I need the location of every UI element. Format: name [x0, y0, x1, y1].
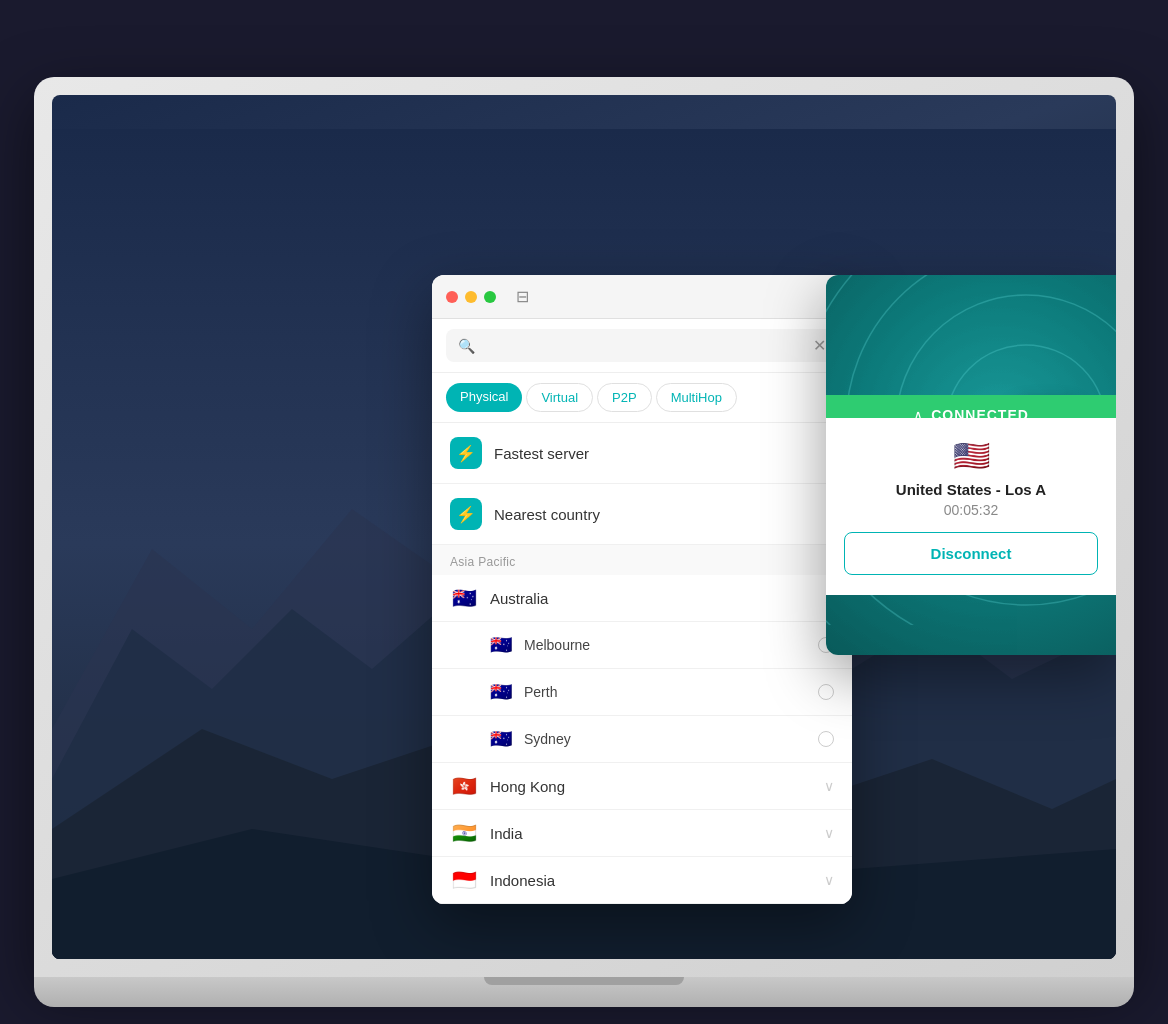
laptop-container: ⊟ 🔍 ✕ Physical Virtual P2P — [0, 0, 1168, 1024]
search-clear-button[interactable]: ✕ — [813, 336, 826, 355]
tab-multihop[interactable]: MultiHop — [656, 383, 737, 412]
laptop-notch — [484, 977, 684, 985]
perth-flag: 🇦🇺 — [490, 681, 512, 703]
perth-radio[interactable] — [818, 684, 834, 700]
us-flag: 🇺🇸 — [844, 438, 1098, 473]
server-list: ⚡ Fastest server ⚡ Nearest country — [432, 423, 852, 904]
connection-timer: 00:05:32 — [844, 502, 1098, 518]
city-perth[interactable]: 🇦🇺 Perth — [432, 669, 852, 716]
country-australia[interactable]: 🇦🇺 Australia ∧ — [432, 575, 852, 622]
search-icon: 🔍 — [458, 338, 475, 354]
perth-name: Perth — [524, 684, 818, 700]
connected-panel: S ∧ CONNECTED 🇺🇸 United States - Los A 0… — [826, 275, 1116, 655]
fastest-icon: ⚡ — [450, 437, 482, 469]
melbourne-flag: 🇦🇺 — [490, 634, 512, 656]
connection-country: United States - Los A — [844, 481, 1098, 498]
country-indonesia[interactable]: 🇮🇩 Indonesia ∨ — [432, 857, 852, 904]
lightning-icon: ⚡ — [456, 444, 476, 463]
minimize-button[interactable] — [465, 291, 477, 303]
title-bar: ⊟ — [432, 275, 852, 319]
city-sydney[interactable]: 🇦🇺 Sydney — [432, 716, 852, 763]
sydney-radio[interactable] — [818, 731, 834, 747]
australia-name: Australia — [490, 590, 824, 607]
sydney-flag: 🇦🇺 — [490, 728, 512, 750]
region-header: Asia Pacific — [432, 545, 852, 575]
nearest-country-item[interactable]: ⚡ Nearest country — [432, 484, 852, 545]
india-name: India — [490, 825, 824, 842]
fastest-server-item[interactable]: ⚡ Fastest server — [432, 423, 852, 484]
tabs-container: Physical Virtual P2P MultiHop — [432, 373, 852, 423]
tab-physical[interactable]: Physical — [446, 383, 522, 412]
maximize-button[interactable] — [484, 291, 496, 303]
window-layout-icon: ⊟ — [516, 287, 529, 306]
expand-arrow-hk-icon: ∨ — [824, 778, 834, 794]
nearest-label: Nearest country — [494, 506, 600, 523]
hongkong-flag: 🇭🇰 — [450, 776, 478, 796]
search-input-wrapper[interactable]: 🔍 ✕ — [446, 329, 838, 362]
nearest-icon: ⚡ — [450, 498, 482, 530]
india-flag: 🇮🇳 — [450, 823, 478, 843]
laptop-base — [34, 977, 1134, 1007]
disconnect-button[interactable]: Disconnect — [844, 532, 1098, 575]
hongkong-name: Hong Kong — [490, 778, 824, 795]
country-hongkong[interactable]: 🇭🇰 Hong Kong ∨ — [432, 763, 852, 810]
window-controls — [446, 291, 496, 303]
connection-details: 🇺🇸 United States - Los A 00:05:32 Discon… — [826, 418, 1116, 595]
city-melbourne[interactable]: 🇦🇺 Melbourne — [432, 622, 852, 669]
indonesia-name: Indonesia — [490, 872, 824, 889]
laptop-body: ⊟ 🔍 ✕ Physical Virtual P2P — [34, 77, 1134, 977]
sydney-name: Sydney — [524, 731, 818, 747]
australia-flag: 🇦🇺 — [450, 588, 478, 608]
search-input[interactable] — [483, 338, 805, 354]
screen: ⊟ 🔍 ✕ Physical Virtual P2P — [52, 95, 1116, 959]
indonesia-flag: 🇮🇩 — [450, 870, 478, 890]
vpn-panel: ⊟ 🔍 ✕ Physical Virtual P2P — [432, 275, 852, 904]
close-button[interactable] — [446, 291, 458, 303]
expand-arrow-indonesia-icon: ∨ — [824, 872, 834, 888]
lightning-icon-2: ⚡ — [456, 505, 476, 524]
tab-p2p[interactable]: P2P — [597, 383, 652, 412]
country-india[interactable]: 🇮🇳 India ∨ — [432, 810, 852, 857]
tab-virtual[interactable]: Virtual — [526, 383, 593, 412]
fastest-label: Fastest server — [494, 445, 589, 462]
search-bar: 🔍 ✕ — [432, 319, 852, 373]
melbourne-name: Melbourne — [524, 637, 818, 653]
expand-arrow-india-icon: ∨ — [824, 825, 834, 841]
